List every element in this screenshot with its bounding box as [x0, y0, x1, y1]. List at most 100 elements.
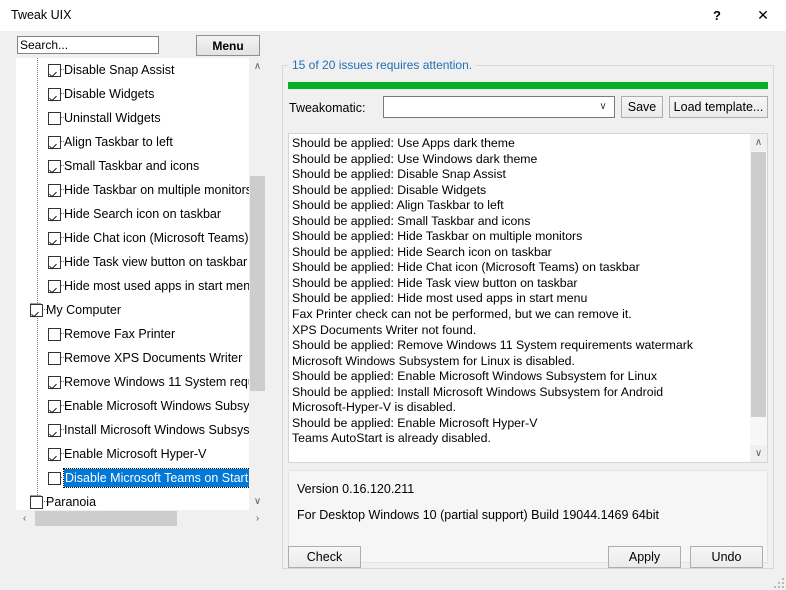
tree-item-checkbox[interactable]: [48, 231, 61, 245]
tree-item-checkbox[interactable]: [48, 327, 61, 341]
tree-guide-line: [37, 154, 38, 178]
tree-item[interactable]: Remove XPS Documents Writer: [16, 346, 249, 370]
tree-item-checkbox[interactable]: [48, 207, 61, 221]
tree-item[interactable]: Hide Taskbar on multiple monitors: [16, 178, 249, 202]
tree-item[interactable]: Hide Search icon on taskbar: [16, 202, 249, 226]
tree-guide-line: [37, 82, 38, 106]
tree-item-label: Enable Microsoft Hyper-V: [64, 447, 207, 461]
tree-guide-line: [37, 106, 38, 130]
tree-item-checkbox[interactable]: [48, 111, 61, 125]
issues-progress-bar: [288, 82, 768, 89]
tree-item-label: Enable Microsoft Windows Subsystem for L…: [64, 399, 249, 413]
tree-item-label: Disable Widgets: [64, 87, 155, 101]
window-title: Tweak UIX: [11, 8, 72, 22]
tree-scroll-up-icon[interactable]: ∧: [249, 58, 266, 75]
tree-guide-line: [37, 226, 38, 250]
tree-guide-line: [37, 178, 38, 202]
tree-item-checkbox[interactable]: [48, 159, 61, 173]
tree-item[interactable]: Paranoia: [16, 490, 249, 510]
tree-item[interactable]: Align Taskbar to left: [16, 130, 249, 154]
search-input[interactable]: [17, 36, 159, 54]
tree-item-checkbox[interactable]: [30, 495, 43, 509]
log-scroll-up-icon[interactable]: ∧: [750, 134, 767, 151]
tree-item-label: Hide Search icon on taskbar: [64, 207, 222, 221]
load-template-button[interactable]: Load template...: [669, 96, 768, 118]
save-button[interactable]: Save: [621, 96, 663, 118]
tweak-tree[interactable]: Disable Snap Assist Disable Widgets Uninst…: [16, 58, 266, 510]
tree-item[interactable]: Uninstall Widgets: [16, 106, 249, 130]
menu-button[interactable]: Menu: [196, 35, 260, 56]
close-icon[interactable]: ✕: [740, 0, 786, 31]
tree-item-label: Hide most used apps in start menu: [64, 279, 249, 293]
tree-item[interactable]: Enable Microsoft Hyper-V: [16, 442, 249, 466]
log-scroll-down-icon[interactable]: ∨: [750, 445, 767, 462]
tree-item-label: Hide Chat icon (Microsoft Teams) on task…: [64, 231, 249, 245]
tree-item-checkbox[interactable]: [48, 375, 61, 389]
issues-progress-fill: [288, 82, 768, 89]
version-label: Version 0.16.120.211: [297, 482, 415, 496]
tree-guide-line: [37, 370, 38, 394]
tree-item-label: Install Microsoft Windows Subsystem for …: [64, 423, 249, 437]
tree-guide-line: [37, 130, 38, 154]
tree-item[interactable]: Hide Chat icon (Microsoft Teams) on task…: [16, 226, 249, 250]
tree-vertical-scrollbar[interactable]: ∧ ∨: [249, 58, 266, 510]
log-vscroll-thumb[interactable]: [751, 152, 766, 417]
tree-item-checkbox[interactable]: [48, 399, 61, 413]
tree-item[interactable]: Disable Microsoft Teams on Start: [16, 466, 249, 490]
tree-item[interactable]: Small Taskbar and icons: [16, 154, 249, 178]
tree-item-checkbox[interactable]: [30, 303, 43, 317]
tree-item[interactable]: Hide most used apps in start menu: [16, 274, 249, 298]
tree-vscroll-thumb[interactable]: [250, 176, 265, 391]
tree-item-label: Small Taskbar and icons: [64, 159, 200, 173]
tree-scroll-right-icon[interactable]: ›: [249, 510, 266, 527]
tree-item-checkbox[interactable]: [48, 279, 61, 293]
tree-guide-line: [37, 202, 38, 226]
tree-item[interactable]: Disable Widgets: [16, 82, 249, 106]
tree-item[interactable]: Enable Microsoft Windows Subsystem for L…: [16, 394, 249, 418]
tree-item[interactable]: Hide Task view button on taskbar: [16, 250, 249, 274]
tweakomatic-select[interactable]: ∨: [383, 96, 615, 118]
tree-item-label: Hide Taskbar on multiple monitors: [64, 183, 249, 197]
tree-item-checkbox[interactable]: [48, 351, 61, 365]
undo-button[interactable]: Undo: [690, 546, 763, 568]
tree-item-label: My Computer: [46, 303, 122, 317]
resize-grip[interactable]: [772, 576, 784, 588]
tree-item-checkbox[interactable]: [48, 447, 61, 461]
tree-horizontal-scrollbar[interactable]: ‹ ›: [16, 510, 266, 527]
tree-viewport[interactable]: Disable Snap Assist Disable Widgets Uninst…: [16, 58, 249, 510]
tree-item-label: Remove Fax Printer: [64, 327, 176, 341]
tree-hscroll-thumb[interactable]: [35, 511, 177, 526]
tweakomatic-label: Tweakomatic:: [289, 101, 366, 115]
tree-scroll-left-icon[interactable]: ‹: [16, 510, 33, 527]
apply-button[interactable]: Apply: [608, 546, 681, 568]
tree-item[interactable]: Install Microsoft Windows Subsystem for …: [16, 418, 249, 442]
chevron-down-icon[interactable]: ∨: [598, 102, 608, 112]
tree-item-label: Disable Microsoft Teams on Start: [62, 468, 249, 488]
tree-scroll-down-icon[interactable]: ∨: [249, 493, 266, 510]
tree-item-checkbox[interactable]: [48, 255, 61, 269]
tree-item[interactable]: Remove Fax Printer: [16, 322, 249, 346]
tree-item-checkbox[interactable]: [48, 63, 61, 77]
tree-guide-line: [37, 442, 38, 466]
tree-item-checkbox[interactable]: [48, 471, 61, 485]
tree-item-label: Remove XPS Documents Writer: [64, 351, 243, 365]
tree-guide-line: [37, 322, 38, 346]
tree-item[interactable]: Remove Windows 11 System requirements wa…: [16, 370, 249, 394]
log-vertical-scrollbar[interactable]: ∧ ∨: [750, 134, 767, 462]
tree-item-checkbox[interactable]: [48, 423, 61, 437]
tree-item[interactable]: Disable Snap Assist: [16, 58, 249, 82]
log-output[interactable]: Should be applied: Use Apps dark theme S…: [288, 133, 768, 463]
build-label: For Desktop Windows 10 (partial support)…: [297, 508, 660, 522]
tree-item-checkbox[interactable]: [48, 183, 61, 197]
check-button[interactable]: Check: [288, 546, 361, 568]
tree-guide-line: [37, 274, 38, 298]
tree-item-checkbox[interactable]: [48, 87, 61, 101]
tree-item[interactable]: My Computer: [16, 298, 249, 322]
tree-item-label: Paranoia: [46, 495, 97, 509]
help-icon[interactable]: ?: [694, 0, 740, 31]
tree-item-label: Hide Task view button on taskbar: [64, 255, 248, 269]
tweak-uix-window: Tweak UIX ? ✕ Menu Disable Snap AssistDi…: [0, 0, 786, 590]
tree-guide-line: [37, 250, 38, 274]
tree-item-checkbox[interactable]: [48, 135, 61, 149]
tree-guide-line: [37, 394, 38, 418]
